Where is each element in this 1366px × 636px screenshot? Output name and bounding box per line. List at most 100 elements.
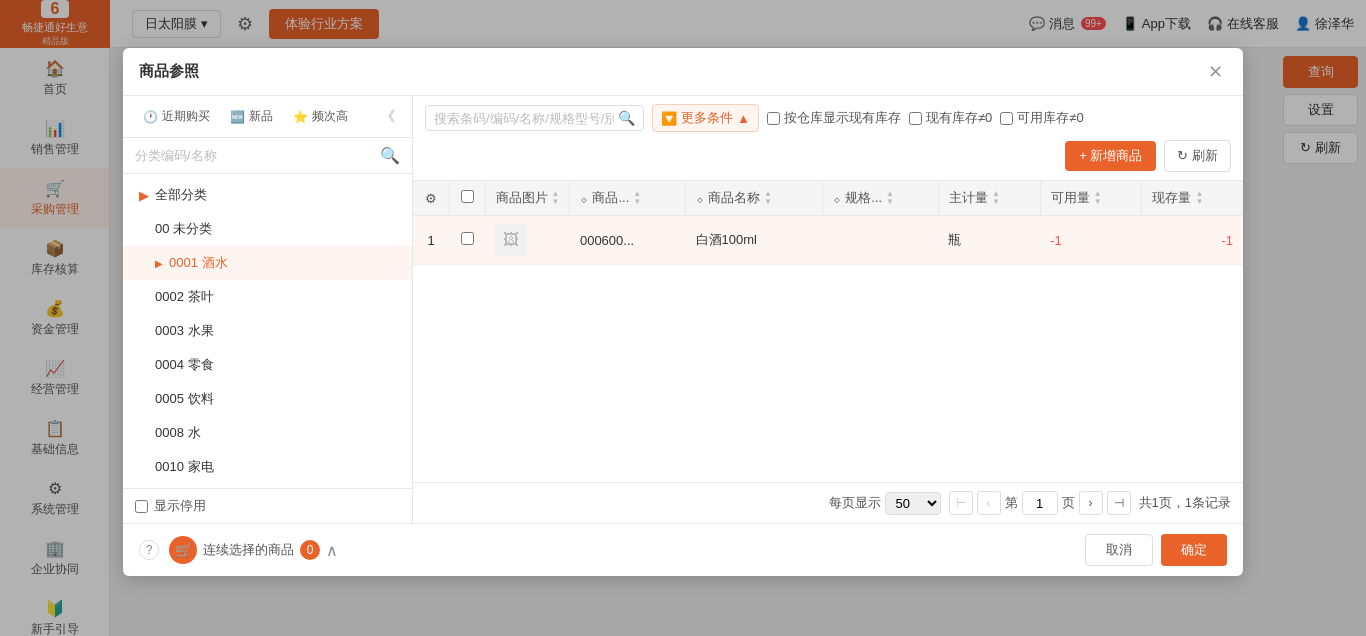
page-nav: ⊢ ‹ 第 页 › ⊣ bbox=[949, 491, 1131, 515]
prev-page-button[interactable]: ‹ bbox=[977, 491, 1001, 515]
cart-label: 连续选择的商品 bbox=[203, 541, 294, 559]
category-uncategorized[interactable]: 00 未分类 bbox=[123, 212, 412, 246]
cart-toggle-icon[interactable]: ∧ bbox=[326, 541, 338, 560]
th-name[interactable]: ⬦ 商品名称 ▲▼ bbox=[686, 181, 823, 216]
modal-overlay: 商品参照 ✕ 🕐 近期购买 🆕 新品 ⭐ 频次高 bbox=[0, 0, 1366, 636]
warehouse-checkbox[interactable] bbox=[767, 112, 780, 125]
category-water-label: 0008 水 bbox=[155, 424, 201, 442]
row-checkbox[interactable] bbox=[461, 232, 474, 245]
tab-new-label: 新品 bbox=[249, 108, 273, 125]
td-spec bbox=[823, 216, 939, 265]
category-liquor[interactable]: ▶ 0001 酒水 bbox=[123, 246, 412, 280]
th-spec-label: ⬦ bbox=[833, 191, 841, 206]
tab-frequent[interactable]: ⭐ 频次高 bbox=[285, 104, 356, 129]
warehouse-checkbox-label[interactable]: 按仓库显示现有库存 bbox=[784, 109, 901, 127]
th-name-text: 商品名称 bbox=[708, 189, 760, 207]
table-row[interactable]: 1 🖼 000600... 白酒100ml bbox=[413, 216, 1243, 265]
select-all-checkbox[interactable] bbox=[461, 190, 474, 203]
th-spec[interactable]: ⬦ 规格... ▲▼ bbox=[823, 181, 939, 216]
modal-header: 商品参照 ✕ bbox=[123, 48, 1243, 96]
modal-body: 🕐 近期购买 🆕 新品 ⭐ 频次高 《 🔍 bbox=[123, 96, 1243, 523]
stock-nonzero-checkbox[interactable] bbox=[909, 112, 922, 125]
show-disabled-label[interactable]: 显示停用 bbox=[154, 497, 206, 515]
td-image: 🖼 bbox=[485, 216, 570, 265]
table-body: 1 🖼 000600... 白酒100ml bbox=[413, 216, 1243, 265]
tab-new[interactable]: 🆕 新品 bbox=[222, 104, 281, 129]
category-search-icon[interactable]: 🔍 bbox=[380, 146, 400, 165]
th-code[interactable]: ⬦ 商品... ▲▼ bbox=[570, 181, 686, 216]
left-footer: 显示停用 bbox=[123, 488, 412, 523]
td-unit: 瓶 bbox=[938, 216, 1040, 265]
td-checkbox[interactable] bbox=[449, 216, 485, 265]
left-panel: 🕐 近期购买 🆕 新品 ⭐ 频次高 《 🔍 bbox=[123, 96, 413, 523]
th-code-label: ⬦ bbox=[580, 191, 588, 206]
product-search-input[interactable] bbox=[434, 111, 614, 126]
category-list: ▶ 全部分类 00 未分类 ▶ 0001 酒水 0002 茶叶 0003 水果 bbox=[123, 174, 412, 488]
new-product-button[interactable]: + 新增商品 bbox=[1065, 141, 1156, 171]
checkbox-stock-nonzero: 现有库存≠0 bbox=[909, 109, 992, 127]
category-water[interactable]: 0008 水 bbox=[123, 416, 412, 450]
confirm-button[interactable]: 确定 bbox=[1161, 534, 1227, 566]
collapse-button[interactable]: 《 bbox=[376, 105, 400, 129]
product-search-box: 🔍 bbox=[425, 105, 644, 131]
product-search-icon[interactable]: 🔍 bbox=[618, 110, 635, 126]
cancel-button[interactable]: 取消 bbox=[1085, 534, 1153, 566]
filter-label: 更多条件 bbox=[681, 109, 733, 127]
table-header: ⚙ 商品图片 ▲▼ bbox=[413, 181, 1243, 216]
tab-recent-label: 近期购买 bbox=[162, 108, 210, 125]
product-table: ⚙ 商品图片 ▲▼ bbox=[413, 181, 1243, 265]
next-page-button[interactable]: › bbox=[1079, 491, 1103, 515]
left-panel-tabs: 🕐 近期购买 🆕 新品 ⭐ 频次高 《 bbox=[123, 96, 412, 138]
category-search-input[interactable] bbox=[135, 148, 374, 163]
category-beverage[interactable]: 0005 饮料 bbox=[123, 382, 412, 416]
th-settings[interactable]: ⚙ bbox=[413, 181, 449, 216]
right-toolbar: 🔍 🔽 更多条件 ▲ 按仓库显示现有库存 现有库存≠0 bbox=[413, 96, 1243, 181]
modal-footer: ? 🛒 连续选择的商品 0 ∧ 取消 确定 bbox=[123, 523, 1243, 576]
footer-actions: 取消 确定 bbox=[1085, 534, 1227, 566]
product-reference-modal: 商品参照 ✕ 🕐 近期购买 🆕 新品 ⭐ 频次高 bbox=[123, 48, 1243, 576]
th-unit[interactable]: 主计量 ▲▼ bbox=[938, 181, 1040, 216]
td-stock: -1 bbox=[1142, 216, 1243, 265]
tab-recent[interactable]: 🕐 近期购买 bbox=[135, 104, 218, 129]
cart-area: 🛒 连续选择的商品 0 ∧ bbox=[169, 536, 338, 564]
category-fruit[interactable]: 0003 水果 bbox=[123, 314, 412, 348]
category-appliance[interactable]: 0010 家电 bbox=[123, 450, 412, 484]
available-nonzero-label[interactable]: 可用库存≠0 bbox=[1017, 109, 1083, 127]
new-icon: 🆕 bbox=[230, 110, 245, 124]
refresh-button[interactable]: ↻ 刷新 bbox=[1164, 140, 1231, 172]
category-appliance-label: 0010 家电 bbox=[155, 458, 214, 476]
category-snack[interactable]: 0004 零食 bbox=[123, 348, 412, 382]
expand-icon: ▶ bbox=[139, 188, 149, 203]
last-page-button[interactable]: ⊣ bbox=[1107, 491, 1131, 515]
recent-icon: 🕐 bbox=[143, 110, 158, 124]
toolbar-right: + 新增商品 ↻ 刷新 bbox=[1065, 140, 1231, 172]
first-page-button[interactable]: ⊢ bbox=[949, 491, 973, 515]
category-tea[interactable]: 0002 茶叶 bbox=[123, 280, 412, 314]
th-stock[interactable]: 现存量 ▲▼ bbox=[1142, 181, 1243, 216]
th-unit-text: 主计量 bbox=[949, 189, 988, 207]
available-nonzero-checkbox[interactable] bbox=[1000, 112, 1013, 125]
td-seq: 1 bbox=[413, 216, 449, 265]
modal-close-button[interactable]: ✕ bbox=[1203, 60, 1227, 84]
show-disabled-checkbox[interactable] bbox=[135, 500, 148, 513]
th-stock-text: 现存量 bbox=[1152, 189, 1191, 207]
page-total: 共1页，1条记录 bbox=[1139, 494, 1231, 512]
checkbox-warehouse: 按仓库显示现有库存 bbox=[767, 109, 901, 127]
stock-nonzero-label[interactable]: 现有库存≠0 bbox=[926, 109, 992, 127]
td-code: 000600... bbox=[570, 216, 686, 265]
th-available[interactable]: 可用量 ▲▼ bbox=[1040, 181, 1142, 216]
per-page-select[interactable]: 50 10 20 100 bbox=[885, 492, 941, 515]
td-name: 白酒100ml bbox=[686, 216, 823, 265]
th-spec-text: 规格... bbox=[845, 189, 882, 207]
filter-button[interactable]: 🔽 更多条件 ▲ bbox=[652, 104, 759, 132]
filter-toggle-icon: ▲ bbox=[737, 111, 750, 126]
th-name-label: ⬦ bbox=[696, 191, 704, 206]
th-code-text: 商品... bbox=[592, 189, 629, 207]
cart-count: 0 bbox=[300, 540, 320, 560]
help-button[interactable]: ? bbox=[139, 540, 159, 560]
th-checkbox bbox=[449, 181, 485, 216]
category-all[interactable]: ▶ 全部分类 bbox=[123, 178, 412, 212]
active-arrow: ▶ bbox=[155, 258, 163, 269]
category-search: 🔍 bbox=[123, 138, 412, 174]
page-input[interactable] bbox=[1022, 491, 1058, 515]
